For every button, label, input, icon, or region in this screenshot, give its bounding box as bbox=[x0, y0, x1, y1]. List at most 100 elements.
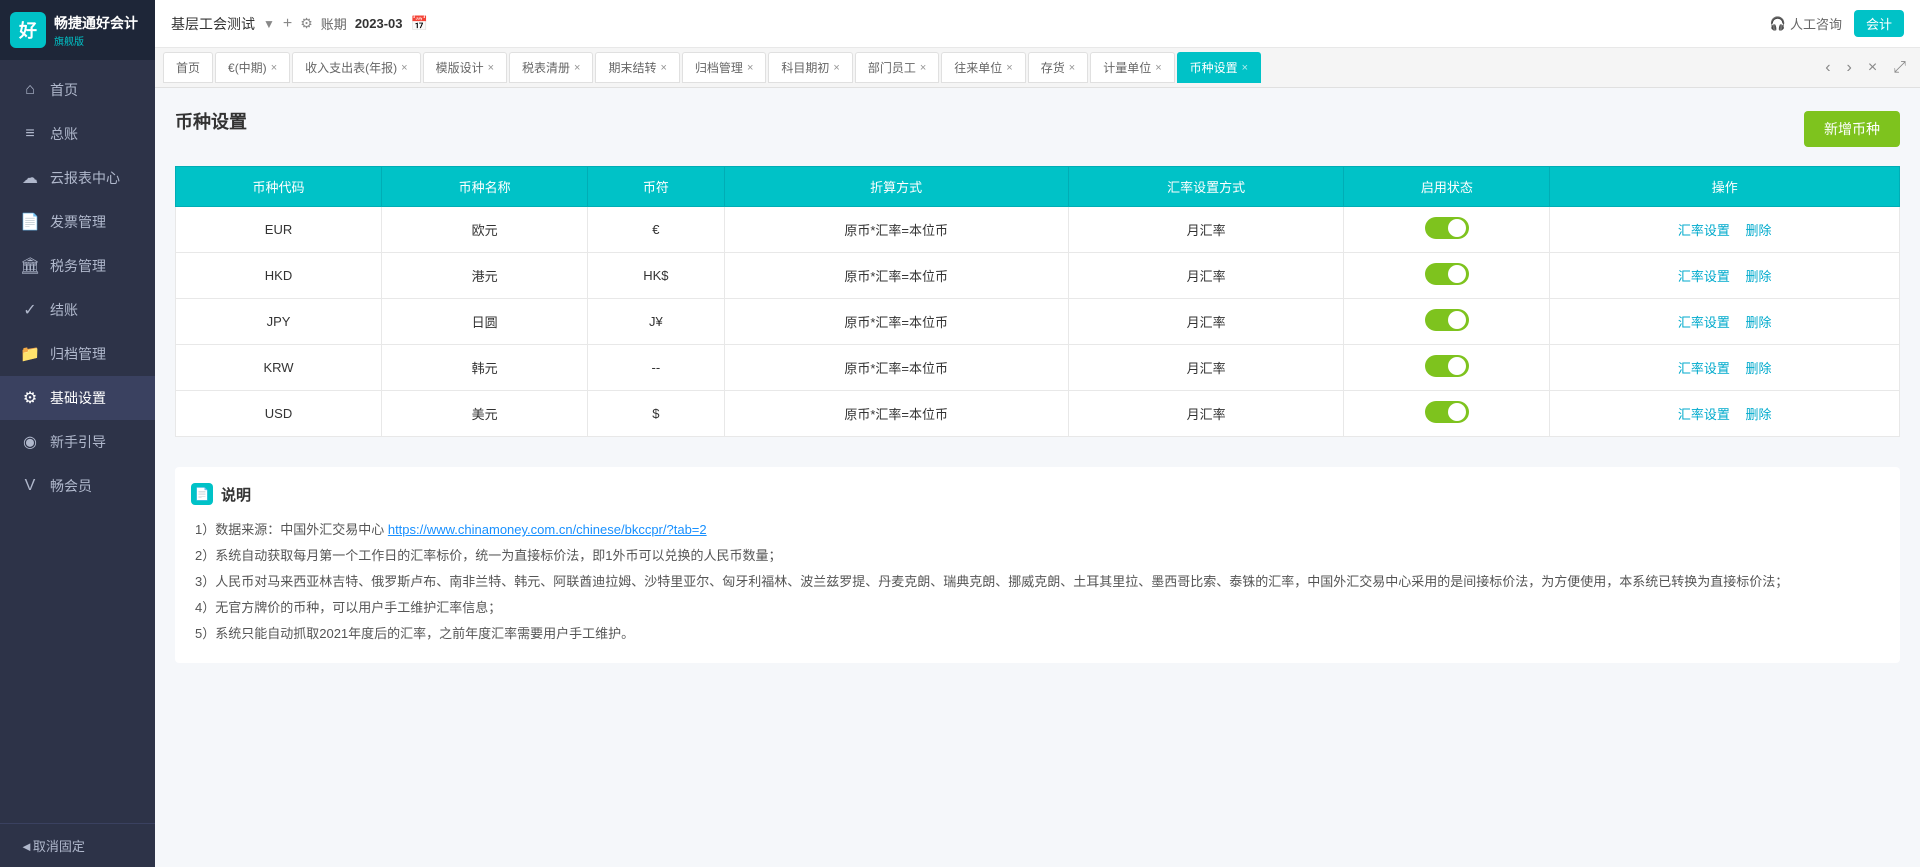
cell-status-1 bbox=[1344, 253, 1550, 299]
rate-setting-link-3[interactable]: 汇率设置 bbox=[1678, 361, 1730, 376]
toggle-3[interactable] bbox=[1425, 355, 1469, 377]
cell-symbol-1: HK$ bbox=[588, 253, 724, 299]
toggle-track-4[interactable] bbox=[1425, 401, 1469, 423]
sidebar-item-basic[interactable]: ⚙ 基础设置 bbox=[0, 376, 155, 420]
tab-period-end[interactable]: 期末结转 × bbox=[595, 52, 679, 83]
delete-link-4[interactable]: 删除 bbox=[1746, 407, 1772, 422]
notes-item: 3）人民币对马来西亚林吉特、俄罗斯卢布、南非兰特、韩元、阿联酋迪拉姆、沙特里亚尔… bbox=[191, 569, 1884, 595]
cell-symbol-3: -- bbox=[588, 345, 724, 391]
period-label: 账期 bbox=[321, 14, 347, 33]
sidebar-item-archive-label: 归档管理 bbox=[50, 344, 106, 364]
company-dropdown-icon[interactable]: ▼ bbox=[263, 17, 275, 31]
logo-icon: 好 bbox=[10, 12, 46, 48]
tab-archive-close[interactable]: × bbox=[747, 62, 753, 74]
tab-expand-icon[interactable]: ⤢ bbox=[1887, 57, 1912, 79]
notes-section: 📄 说明 1）数据来源：中国外汇交易中心 https://www.chinamo… bbox=[175, 467, 1900, 663]
tab-income[interactable]: 收入支出表(年报) × bbox=[292, 52, 420, 83]
sidebar-item-guide[interactable]: ◉ 新手引导 bbox=[0, 420, 155, 464]
tab-department[interactable]: 部门员工 × bbox=[855, 52, 939, 83]
col-calc: 折算方式 bbox=[724, 167, 1068, 207]
rate-setting-link-0[interactable]: 汇率设置 bbox=[1678, 223, 1730, 238]
tab-unit-close[interactable]: × bbox=[1155, 62, 1161, 74]
cell-name-3: 韩元 bbox=[382, 345, 588, 391]
calendar-icon[interactable]: 📅 bbox=[411, 15, 428, 32]
tab-department-close[interactable]: × bbox=[920, 62, 926, 74]
sidebar-item-archive[interactable]: 📁 归档管理 bbox=[0, 332, 155, 376]
tab-home[interactable]: 首页 bbox=[163, 52, 213, 83]
tab-balance[interactable]: €(中期) × bbox=[215, 52, 290, 83]
period-value: 2023-03 bbox=[355, 16, 403, 31]
cell-name-0: 欧元 bbox=[382, 207, 588, 253]
cell-status-0 bbox=[1344, 207, 1550, 253]
tab-template[interactable]: 模版设计 × bbox=[423, 52, 507, 83]
sidebar-pin-toggle[interactable]: ◄取消固定 bbox=[0, 823, 155, 867]
cell-calc-0: 原币*汇率=本位币 bbox=[724, 207, 1068, 253]
tab-income-close[interactable]: × bbox=[401, 62, 407, 74]
toggle-4[interactable] bbox=[1425, 401, 1469, 423]
tab-stock[interactable]: 存货 × bbox=[1028, 52, 1088, 83]
toggle-0[interactable] bbox=[1425, 217, 1469, 239]
tab-close-all-icon[interactable]: × bbox=[1862, 57, 1883, 79]
company-settings-icon[interactable]: ⚙ bbox=[300, 15, 313, 32]
rate-setting-link-1[interactable]: 汇率设置 bbox=[1678, 269, 1730, 284]
delete-link-1[interactable]: 删除 bbox=[1746, 269, 1772, 284]
cell-rate-type-4: 月汇率 bbox=[1068, 391, 1344, 437]
top-header: 基层工会测试 ▼ + ⚙ 账期 2023-03 📅 🎧 人工咨询 会计 bbox=[155, 0, 1920, 48]
tab-currency[interactable]: 币种设置 × bbox=[1177, 52, 1261, 83]
tab-period-end-label: 期末结转 bbox=[608, 59, 656, 76]
account-button[interactable]: 会计 bbox=[1854, 10, 1904, 37]
cell-actions-3: 汇率设置 删除 bbox=[1550, 345, 1900, 391]
tab-stock-close[interactable]: × bbox=[1069, 62, 1075, 74]
sidebar-item-reports[interactable]: ☁ 云报表中心 bbox=[0, 156, 155, 200]
sidebar-item-tax[interactable]: 🏛 税务管理 bbox=[0, 244, 155, 288]
col-actions: 操作 bbox=[1550, 167, 1900, 207]
toggle-2[interactable] bbox=[1425, 309, 1469, 331]
toggle-1[interactable] bbox=[1425, 263, 1469, 285]
archive-icon: 📁 bbox=[20, 344, 40, 364]
logo-title: 畅捷通好会计 bbox=[54, 13, 138, 33]
toggle-track-0[interactable] bbox=[1425, 217, 1469, 239]
cell-name-2: 日圆 bbox=[382, 299, 588, 345]
help-button[interactable]: 🎧 人工咨询 bbox=[1770, 14, 1842, 33]
delete-link-3[interactable]: 删除 bbox=[1746, 361, 1772, 376]
sidebar-item-home-label: 首页 bbox=[50, 80, 78, 100]
tab-partner[interactable]: 往来单位 × bbox=[941, 52, 1025, 83]
rate-setting-link-4[interactable]: 汇率设置 bbox=[1678, 407, 1730, 422]
tab-bar: 首页 €(中期) × 收入支出表(年报) × 模版设计 × 税表清册 × 期末结… bbox=[155, 48, 1920, 88]
tab-template-close[interactable]: × bbox=[488, 62, 494, 74]
content-header: 币种设置 新增币种 bbox=[175, 108, 1900, 150]
sidebar-item-member[interactable]: V 畅会员 bbox=[0, 464, 155, 508]
tab-unit[interactable]: 计量单位 × bbox=[1090, 52, 1174, 83]
sidebar-item-ledger[interactable]: ≡ 总账 bbox=[0, 112, 155, 156]
cell-actions-2: 汇率设置 删除 bbox=[1550, 299, 1900, 345]
tab-tax-clear[interactable]: 税表清册 × bbox=[509, 52, 593, 83]
notes-item: 1）数据来源：中国外汇交易中心 https://www.chinamoney.c… bbox=[191, 517, 1884, 543]
add-company-icon[interactable]: + bbox=[283, 15, 292, 33]
cell-calc-4: 原币*汇率=本位币 bbox=[724, 391, 1068, 437]
new-currency-button[interactable]: 新增币种 bbox=[1804, 111, 1900, 147]
tab-prev-icon[interactable]: ‹ bbox=[1819, 57, 1836, 79]
cell-status-3 bbox=[1344, 345, 1550, 391]
tab-period-end-close[interactable]: × bbox=[660, 62, 666, 74]
delete-link-0[interactable]: 删除 bbox=[1746, 223, 1772, 238]
tab-subjects[interactable]: 科目期初 × bbox=[768, 52, 852, 83]
toggle-track-2[interactable] bbox=[1425, 309, 1469, 331]
tab-currency-close[interactable]: × bbox=[1242, 62, 1248, 74]
tab-balance-close[interactable]: × bbox=[271, 62, 277, 74]
tab-archive[interactable]: 归档管理 × bbox=[682, 52, 766, 83]
cell-rate-type-3: 月汇率 bbox=[1068, 345, 1344, 391]
sidebar-item-settlement[interactable]: ✓ 结账 bbox=[0, 288, 155, 332]
tab-tax-clear-close[interactable]: × bbox=[574, 62, 580, 74]
sidebar-item-invoice[interactable]: 📄 发票管理 bbox=[0, 200, 155, 244]
notes-link[interactable]: https://www.chinamoney.com.cn/chinese/bk… bbox=[388, 522, 707, 537]
tab-partner-close[interactable]: × bbox=[1006, 62, 1012, 74]
rate-setting-link-2[interactable]: 汇率设置 bbox=[1678, 315, 1730, 330]
col-status: 启用状态 bbox=[1344, 167, 1550, 207]
toggle-track-1[interactable] bbox=[1425, 263, 1469, 285]
toggle-track-3[interactable] bbox=[1425, 355, 1469, 377]
delete-link-2[interactable]: 删除 bbox=[1746, 315, 1772, 330]
tab-next-icon[interactable]: › bbox=[1841, 57, 1858, 79]
sidebar-item-home[interactable]: ⌂ 首页 bbox=[0, 68, 155, 112]
cell-code-1: HKD bbox=[176, 253, 382, 299]
tab-subjects-close[interactable]: × bbox=[833, 62, 839, 74]
